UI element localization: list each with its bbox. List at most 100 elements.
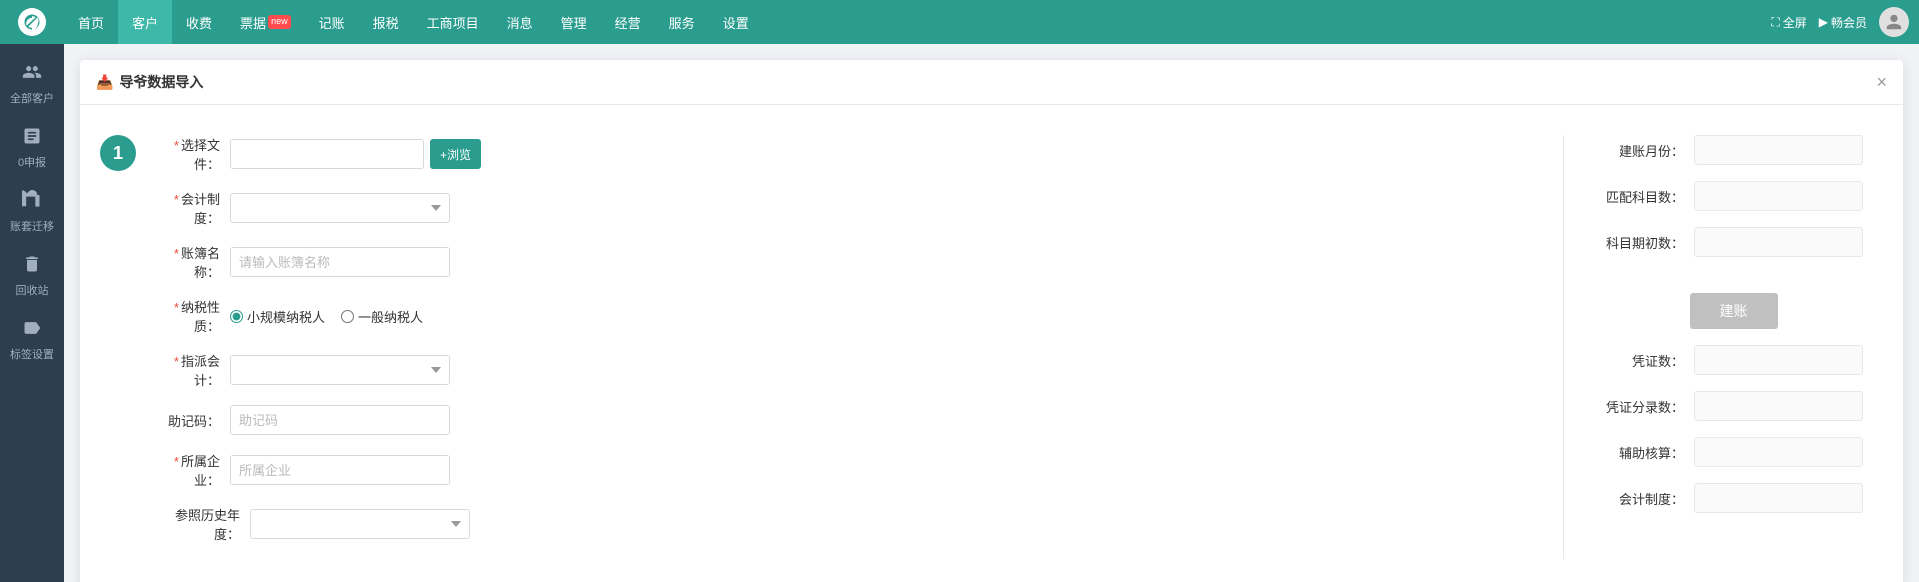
accounting-sys-row: 会计制度： <box>1604 483 1863 513</box>
voucher-entries-label: 凭证分录数： <box>1604 397 1694 416</box>
company-label: *所属企业： <box>150 451 230 489</box>
right-section: 建账月份： 匹配科目数： 科目期初数： 建账 <box>1563 135 1863 559</box>
aux-accounting-row: 辅助核算： <box>1604 437 1863 467</box>
accountant-row: *指派会计： <box>150 351 1523 389</box>
nav-right: ⛶ 全屏 ▶ 畅会员 <box>1771 7 1909 37</box>
nav-item-manage[interactable]: 管理 <box>547 0 601 44</box>
match-accounts-label: 匹配科目数： <box>1604 187 1694 206</box>
avatar[interactable] <box>1879 7 1909 37</box>
ledger-name-row: *账簿名称： <box>150 243 1523 281</box>
all-customers-icon <box>22 62 42 87</box>
nav-item-settings[interactable]: 设置 <box>709 0 763 44</box>
tax-type-row: *纳税性质： 小规模纳税人 一般纳税人 <box>150 297 1523 335</box>
match-accounts-value <box>1694 181 1863 211</box>
main-content: 📥 导爷数据导入 × 1 *选择文件： +浏览 <box>64 44 1919 582</box>
accounting-system-select[interactable] <box>230 193 450 223</box>
tax-type-label: *纳税性质： <box>150 297 230 335</box>
import-icon: 📥 <box>96 74 113 91</box>
vip-button[interactable]: ▶ 畅会员 <box>1819 14 1867 31</box>
company-input[interactable] <box>230 455 450 485</box>
fullscreen-icon: ⛶ <box>1771 15 1779 30</box>
accounting-sys-label: 会计制度： <box>1604 489 1694 508</box>
aux-accounting-label: 辅助核算： <box>1604 443 1694 462</box>
ref-year-label: 参照历史年度： <box>150 505 250 543</box>
accountant-label: *指派会计： <box>150 351 230 389</box>
period-opening-label: 科目期初数： <box>1604 233 1694 252</box>
sidebar-item-tag-settings[interactable]: 标签设置 <box>2 310 62 370</box>
layout: 全部客户 0申报 账套迁移 回收站 <box>0 44 1919 582</box>
tag-settings-icon <box>22 318 42 343</box>
nav-item-invoice[interactable]: 票据 new <box>226 0 305 44</box>
period-opening-row: 科目期初数： <box>1604 227 1863 257</box>
aux-accounting-value <box>1694 437 1863 467</box>
logo[interactable] <box>10 0 54 44</box>
voucher-entries-row: 凭证分录数： <box>1604 391 1863 421</box>
memo-code-input[interactable] <box>230 405 450 435</box>
sidebar-label-recycle: 回收站 <box>16 282 49 298</box>
sidebar-item-zero-filing[interactable]: 0申报 <box>2 118 62 178</box>
top-nav: 首页 客户 收费 票据 new 记账 报税 工商项目 消息 管理 经营 服务 设… <box>0 0 1919 44</box>
month-row: 建账月份： <box>1604 135 1863 165</box>
accounting-system-row: *会计制度： <box>150 189 1523 227</box>
accountant-select[interactable] <box>230 355 450 385</box>
migrate-icon <box>22 190 42 215</box>
logo-icon <box>18 8 46 36</box>
month-value <box>1694 135 1863 165</box>
sidebar-label-zero-filing: 0申报 <box>18 154 46 170</box>
month-label: 建账月份： <box>1604 141 1694 160</box>
ledger-name-label: *账簿名称： <box>150 243 230 281</box>
dialog-body: 1 *选择文件： +浏览 *会计制度： <box>80 105 1903 582</box>
nav-item-tax[interactable]: 报税 <box>359 0 413 44</box>
voucher-entries-value <box>1694 391 1863 421</box>
accounting-system-label: *会计制度： <box>150 189 230 227</box>
ledger-name-input[interactable] <box>230 247 450 277</box>
browse-button[interactable]: +浏览 <box>430 139 481 169</box>
ref-year-select[interactable] <box>250 509 470 539</box>
step-badge: 1 <box>100 135 136 171</box>
dialog-title: 📥 导爷数据导入 <box>96 72 203 92</box>
voucher-count-row: 凭证数： <box>1604 345 1863 375</box>
nav-item-customer[interactable]: 客户 <box>118 0 172 44</box>
tax-general-radio[interactable]: 一般纳税人 <box>341 307 423 326</box>
nav-item-service[interactable]: 服务 <box>655 0 709 44</box>
nav-item-business[interactable]: 工商项目 <box>413 0 493 44</box>
tax-small-radio[interactable]: 小规模纳税人 <box>230 307 325 326</box>
file-row: *选择文件： +浏览 <box>150 135 1523 173</box>
nav-item-operation[interactable]: 经营 <box>601 0 655 44</box>
sidebar-label-migrate: 账套迁移 <box>10 218 54 234</box>
dialog: 📥 导爷数据导入 × 1 *选择文件： +浏览 <box>80 60 1903 582</box>
right-section-bottom-info: 凭证数： 凭证分录数： 辅助核算： 会计制度： <box>1604 345 1863 529</box>
sidebar-label-tag-settings: 标签设置 <box>10 346 54 362</box>
close-button[interactable]: × <box>1876 73 1887 91</box>
file-label: *选择文件： <box>150 135 230 173</box>
match-accounts-row: 匹配科目数： <box>1604 181 1863 211</box>
accounting-sys-value <box>1694 483 1863 513</box>
sidebar: 全部客户 0申报 账套迁移 回收站 <box>0 44 64 582</box>
nav-item-billing[interactable]: 收费 <box>172 0 226 44</box>
right-section-top: 建账月份： 匹配科目数： 科目期初数： <box>1604 135 1863 273</box>
play-icon: ▶ <box>1819 15 1828 29</box>
file-text-input[interactable] <box>230 139 424 169</box>
sidebar-item-all-customers[interactable]: 全部客户 <box>2 54 62 114</box>
nav-item-home[interactable]: 首页 <box>64 0 118 44</box>
ref-year-row: 参照历史年度： <box>150 505 1523 543</box>
memo-code-row: 助记码： <box>150 405 1523 435</box>
nav-item-bookkeeping[interactable]: 记账 <box>305 0 359 44</box>
tax-radio-group: 小规模纳税人 一般纳税人 <box>230 307 423 326</box>
dialog-header: 📥 导爷数据导入 × <box>80 60 1903 105</box>
file-input-group: +浏览 <box>230 139 450 169</box>
fullscreen-button[interactable]: ⛶ 全屏 <box>1771 14 1806 31</box>
nav-item-message[interactable]: 消息 <box>493 0 547 44</box>
voucher-count-label: 凭证数： <box>1604 351 1694 370</box>
period-opening-value <box>1694 227 1863 257</box>
zero-filing-icon <box>22 126 42 151</box>
voucher-count-value <box>1694 345 1863 375</box>
sidebar-item-recycle[interactable]: 回收站 <box>2 246 62 306</box>
sidebar-label-all-customers: 全部客户 <box>10 90 54 106</box>
new-badge: new <box>268 15 291 29</box>
nav-items: 首页 客户 收费 票据 new 记账 报税 工商项目 消息 管理 经营 服务 设… <box>64 0 1771 44</box>
sidebar-item-migrate[interactable]: 账套迁移 <box>2 182 62 242</box>
create-account-button[interactable]: 建账 <box>1690 293 1778 329</box>
recycle-icon <box>22 254 42 279</box>
company-row: *所属企业： <box>150 451 1523 489</box>
